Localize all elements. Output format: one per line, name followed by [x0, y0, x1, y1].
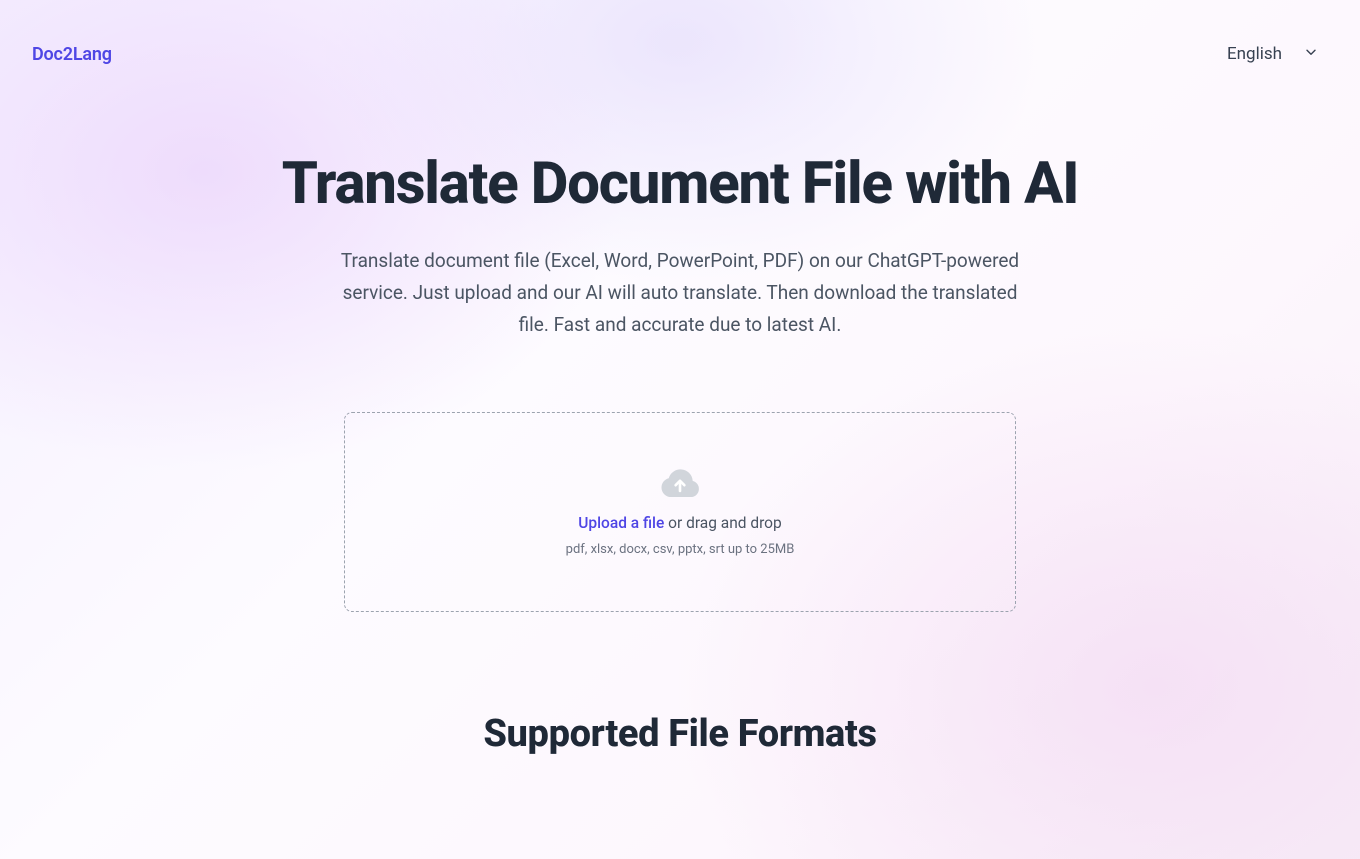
- upload-link[interactable]: Upload a file: [578, 514, 664, 532]
- header: Doc2Lang English: [0, 0, 1360, 72]
- upload-drag-text: or drag and drop: [664, 514, 781, 532]
- upload-dropzone[interactable]: Upload a file or drag and drop pdf, xlsx…: [344, 412, 1016, 612]
- language-label: English: [1227, 44, 1282, 64]
- upload-hint: pdf, xlsx, docx, csv, pptx, srt up to 25…: [566, 542, 795, 557]
- hero-subtitle: Translate document file (Excel, Word, Po…: [340, 245, 1020, 342]
- upload-text-line: Upload a file or drag and drop: [578, 514, 781, 532]
- cloud-upload-icon: [659, 466, 701, 500]
- hero-title: Translate Document File with AI: [230, 154, 1130, 215]
- language-selector[interactable]: English: [1227, 44, 1328, 64]
- logo-link[interactable]: Doc2Lang: [32, 44, 112, 65]
- chevron-down-icon: [1306, 49, 1316, 59]
- hero-section: Translate Document File with AI Translat…: [0, 72, 1360, 612]
- supported-formats-title: Supported File Formats: [0, 712, 1360, 756]
